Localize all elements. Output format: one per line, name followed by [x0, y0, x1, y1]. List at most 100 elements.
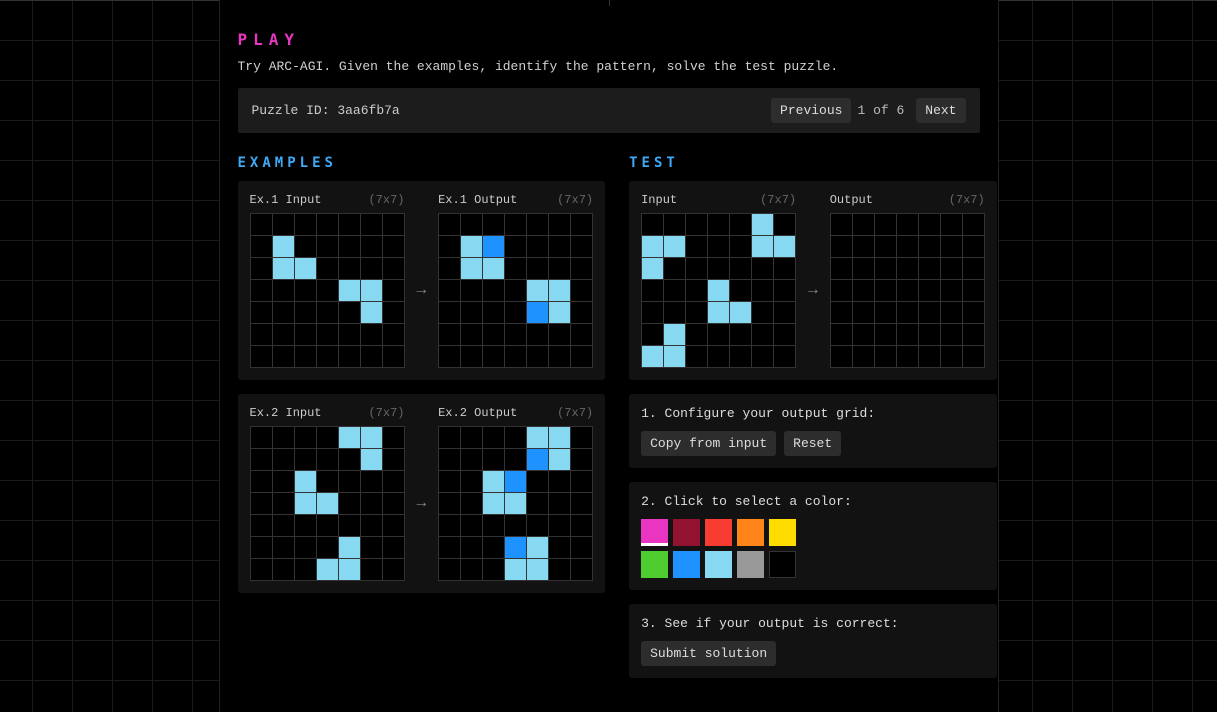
grid-cell[interactable] [831, 302, 852, 323]
grid-cell[interactable] [897, 346, 918, 367]
grid-cell[interactable] [941, 346, 962, 367]
grid-cell[interactable] [919, 280, 940, 301]
grid-cell [251, 280, 272, 301]
grid-cell [251, 427, 272, 448]
grid-cell[interactable] [853, 346, 874, 367]
grid-cell [483, 324, 504, 345]
grid-cell[interactable] [963, 214, 984, 235]
grid-cell[interactable] [875, 302, 896, 323]
grid-cell[interactable] [875, 324, 896, 345]
grid-cell [527, 280, 548, 301]
grid-cell[interactable] [919, 346, 940, 367]
grid-cell[interactable] [853, 280, 874, 301]
grid-cell [295, 559, 316, 580]
grid-cell [730, 324, 751, 345]
grid-cell[interactable] [897, 302, 918, 323]
grid-cell [505, 302, 526, 323]
grid-cell [339, 515, 360, 536]
grid-cell [439, 427, 460, 448]
grid-cell [439, 302, 460, 323]
grid-cell [339, 449, 360, 470]
grid-cell[interactable] [831, 324, 852, 345]
grid-cell[interactable] [897, 258, 918, 279]
grid-cell[interactable] [831, 280, 852, 301]
grid-cell[interactable] [919, 258, 940, 279]
grid-cell[interactable] [875, 214, 896, 235]
color-swatch-1[interactable] [673, 551, 700, 578]
grid-cell[interactable] [853, 214, 874, 235]
grid-cell[interactable] [941, 258, 962, 279]
page-title: PLAY [238, 30, 980, 49]
grid-cell [273, 537, 294, 558]
grid-cell [361, 324, 382, 345]
color-swatch-3[interactable] [641, 551, 668, 578]
grid-cell[interactable] [853, 258, 874, 279]
color-swatch-7[interactable] [737, 519, 764, 546]
copy-from-input-button[interactable]: Copy from input [641, 431, 776, 456]
grid-cell[interactable] [919, 302, 940, 323]
grid-cell [339, 346, 360, 367]
grid-cell[interactable] [831, 346, 852, 367]
grid-cell [273, 515, 294, 536]
grid-cell[interactable] [919, 214, 940, 235]
grid-cell[interactable] [875, 280, 896, 301]
reset-button[interactable]: Reset [784, 431, 841, 456]
next-button[interactable]: Next [916, 98, 965, 123]
grid-cell[interactable] [875, 258, 896, 279]
color-swatch-2[interactable] [705, 519, 732, 546]
test-input-label: Input [641, 193, 677, 207]
test-input-grid [641, 213, 796, 368]
grid-cell[interactable] [941, 302, 962, 323]
color-swatch-4[interactable] [769, 519, 796, 546]
grid-cell [708, 302, 729, 323]
grid-cell[interactable] [831, 214, 852, 235]
grid-cell[interactable] [853, 236, 874, 257]
grid-cell[interactable] [919, 324, 940, 345]
grid-cell[interactable] [963, 280, 984, 301]
grid-cell [461, 280, 482, 301]
grid-cell[interactable] [919, 236, 940, 257]
grid-cell[interactable] [853, 324, 874, 345]
grid-cell [686, 324, 707, 345]
grid-cell[interactable] [897, 236, 918, 257]
grid-cell[interactable] [897, 280, 918, 301]
grid-cell[interactable] [963, 324, 984, 345]
grid-cell[interactable] [963, 302, 984, 323]
grid-cell[interactable] [963, 346, 984, 367]
step3-panel: 3. See if your output is correct: Submit… [629, 604, 997, 678]
grid-cell[interactable] [941, 280, 962, 301]
grid-cell [461, 346, 482, 367]
grid-cell [461, 537, 482, 558]
grid-cell [483, 302, 504, 323]
color-swatch-8[interactable] [705, 551, 732, 578]
grid-cell[interactable] [897, 214, 918, 235]
test-output-grid[interactable] [830, 213, 985, 368]
grid-cell [439, 515, 460, 536]
grid-cell[interactable] [875, 346, 896, 367]
step3-label: 3. See if your output is correct: [641, 616, 985, 631]
grid-cell [361, 236, 382, 257]
grid-cell [505, 280, 526, 301]
color-swatch-9[interactable] [673, 519, 700, 546]
prev-button[interactable]: Previous [771, 98, 851, 123]
color-swatch-6[interactable] [641, 519, 668, 546]
grid-cell [273, 427, 294, 448]
grid-cell[interactable] [941, 214, 962, 235]
color-swatch-5[interactable] [737, 551, 764, 578]
grid-cell[interactable] [831, 258, 852, 279]
grid-cell [461, 236, 482, 257]
grid-cell[interactable] [963, 258, 984, 279]
grid-cell[interactable] [941, 236, 962, 257]
grid-cell[interactable] [875, 236, 896, 257]
submit-button[interactable]: Submit solution [641, 641, 776, 666]
grid-cell[interactable] [941, 324, 962, 345]
grid-cell[interactable] [853, 302, 874, 323]
grid-cell[interactable] [897, 324, 918, 345]
grid-cell[interactable] [831, 236, 852, 257]
grid-cell [461, 302, 482, 323]
color-swatch-0[interactable] [769, 551, 796, 578]
arrow-icon: → [415, 281, 429, 299]
grid-cell [251, 324, 272, 345]
grid-cell [273, 214, 294, 235]
grid-cell[interactable] [963, 236, 984, 257]
